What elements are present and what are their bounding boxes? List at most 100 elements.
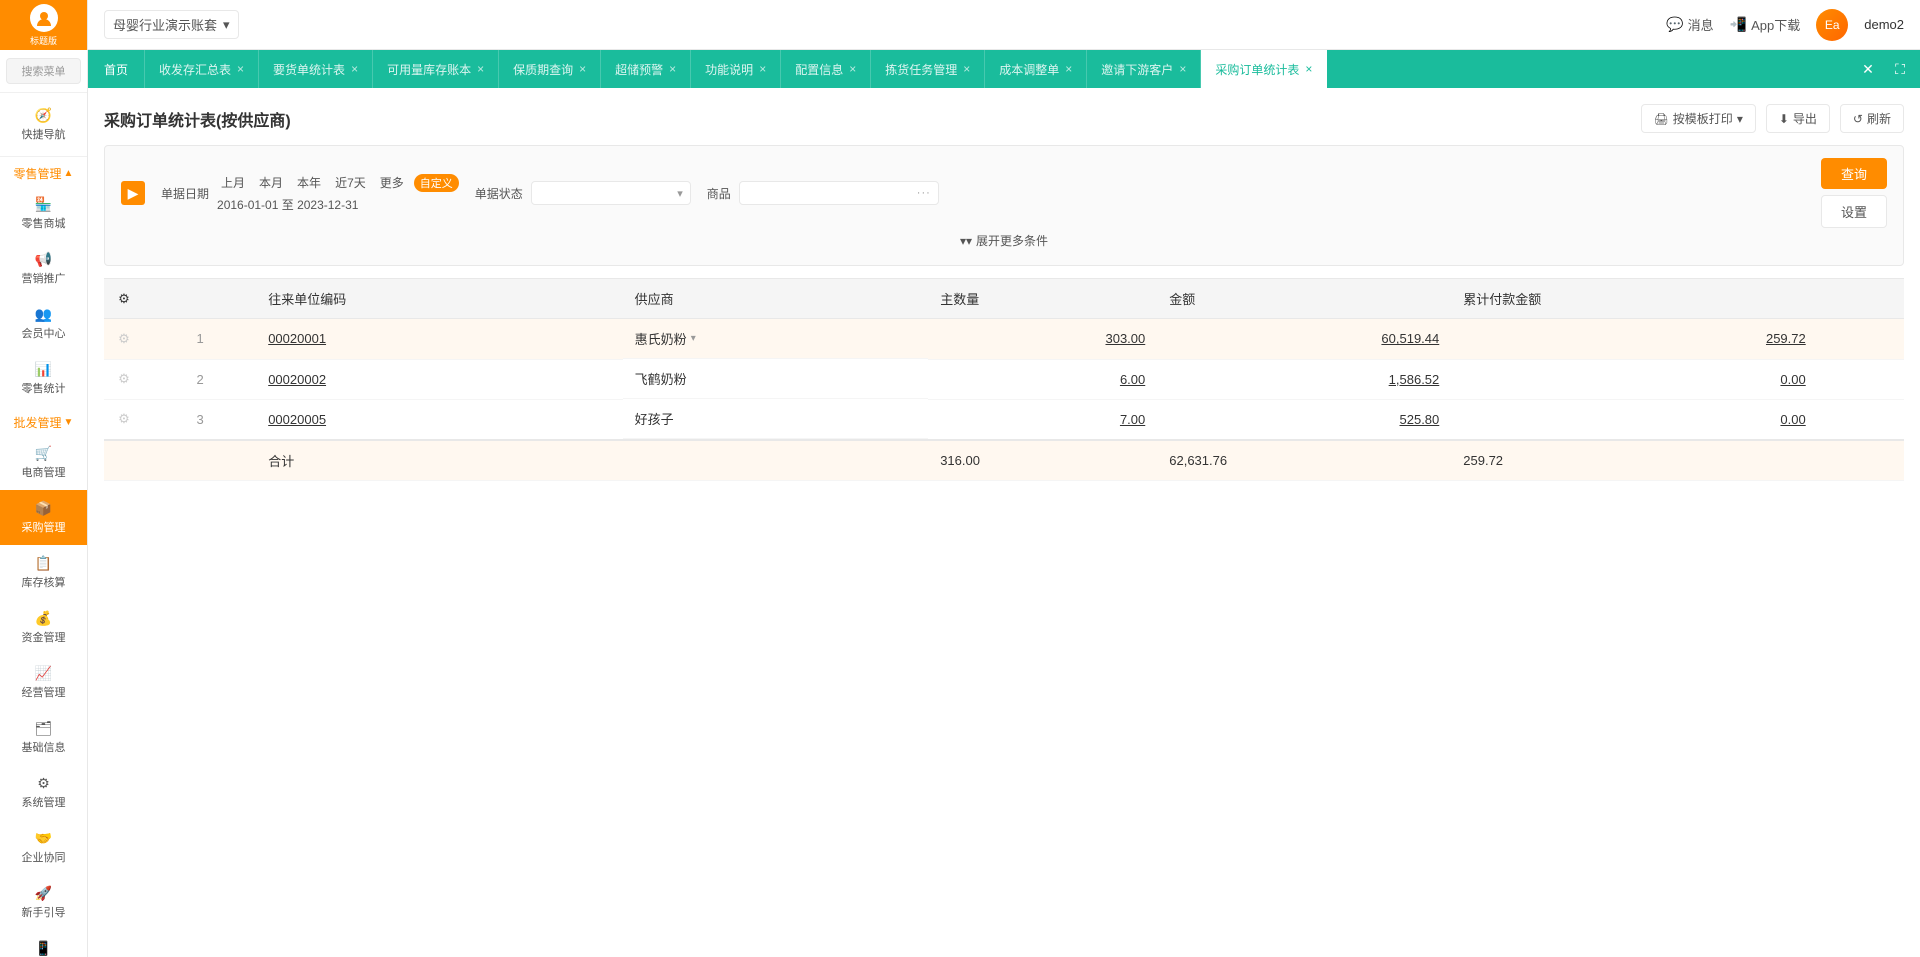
date-shortcut-bennian[interactable]: 本年 bbox=[293, 173, 325, 192]
tab-phuorenwu[interactable]: 拣货任务管理 × bbox=[871, 50, 985, 88]
tab-home[interactable]: 首页 bbox=[88, 50, 145, 88]
sidebar-item-lingshao-stat[interactable]: 📊 零售统计 bbox=[0, 351, 87, 406]
row-seq: 2 bbox=[144, 359, 256, 399]
col-supplier: 供应商 bbox=[623, 279, 929, 319]
tab-close-btn[interactable]: ✕ bbox=[1856, 57, 1880, 81]
sidebar-item-yingyong[interactable]: 📱 应用中心 bbox=[0, 930, 87, 957]
row-gear[interactable]: ⚙ bbox=[104, 359, 144, 399]
tab-close-icon[interactable]: × bbox=[1179, 63, 1186, 75]
apps-icon: 📱 bbox=[35, 940, 52, 957]
inventory-icon: 📋 bbox=[35, 555, 52, 572]
sidebar-item-xietong[interactable]: 🤝 企业协同 bbox=[0, 820, 87, 875]
app-download-action[interactable]: 📲 App下载 bbox=[1730, 15, 1801, 34]
sidebar-item-yingxiao[interactable]: 📢 营销推广 bbox=[0, 241, 87, 296]
expand-more-button[interactable]: ▾▾ 展开更多条件 bbox=[121, 228, 1887, 253]
row-amount[interactable]: 525.80 bbox=[1157, 399, 1451, 440]
topbar-actions: 💬 消息 📲 App下载 Ea demo2 bbox=[1666, 9, 1904, 41]
row-code[interactable]: 00020005 bbox=[256, 399, 622, 440]
export-button[interactable]: ⬇ 导出 bbox=[1766, 104, 1830, 133]
goods-input[interactable] bbox=[739, 181, 939, 205]
tab-close-icon[interactable]: × bbox=[669, 63, 676, 75]
row-quantity[interactable]: 303.00 bbox=[928, 319, 1157, 360]
footer-amount: 62,631.76 bbox=[1157, 440, 1451, 481]
row-code[interactable]: 00020002 bbox=[256, 359, 622, 399]
caigou-label: 采购管理 bbox=[22, 519, 66, 535]
tab-fullscreen-btn[interactable]: ⛶ bbox=[1888, 57, 1912, 81]
tab-label: 保质期查询 bbox=[513, 61, 573, 78]
date-custom-badge[interactable]: 自定义 bbox=[414, 174, 459, 192]
tab-close-icon[interactable]: × bbox=[849, 63, 856, 75]
table-settings-col[interactable]: ⚙ bbox=[104, 279, 144, 319]
row-amount[interactable]: 60,519.44 bbox=[1157, 319, 1451, 360]
row-gear[interactable]: ⚙ bbox=[104, 319, 144, 360]
date-shortcut-jin7[interactable]: 近7天 bbox=[331, 173, 370, 192]
row-code[interactable]: 00020001 bbox=[256, 319, 622, 360]
tab-close-icon[interactable]: × bbox=[579, 63, 586, 75]
tab-peizhixinxi[interactable]: 配置信息 × bbox=[781, 50, 871, 88]
tab-close-icon[interactable]: × bbox=[1065, 63, 1072, 75]
tab-close-icon[interactable]: × bbox=[963, 63, 970, 75]
search-menu-box[interactable]: 搜索菜单 bbox=[6, 58, 81, 84]
tab-close-icon[interactable]: × bbox=[237, 63, 244, 75]
row-quantity[interactable]: 6.00 bbox=[928, 359, 1157, 399]
sidebar-item-jichu[interactable]: 🗂 基础信息 bbox=[0, 710, 87, 765]
stat-icon: 📊 bbox=[35, 361, 52, 378]
sidebar-item-quick-nav[interactable]: 🧭 快捷导航 bbox=[0, 97, 87, 152]
user-avatar[interactable]: Ea bbox=[1816, 9, 1848, 41]
tab-gongnengshuo[interactable]: 功能说明 × bbox=[691, 50, 781, 88]
date-shortcut-more[interactable]: 更多 bbox=[376, 173, 408, 192]
logo-icon bbox=[30, 4, 58, 32]
sidebar-section-pifa[interactable]: 批发管理 ▼ bbox=[0, 406, 87, 435]
tab-chengbentiaojun[interactable]: 成本调整单 × bbox=[985, 50, 1087, 88]
sidebar-section-lingshao[interactable]: 零售管理 ▲ bbox=[0, 157, 87, 186]
tab-label: 配置信息 bbox=[795, 61, 843, 78]
industry-dropdown[interactable]: 母婴行业演示账套 ▾ bbox=[104, 10, 239, 39]
shop-icon: 🏪 bbox=[35, 196, 52, 213]
tab-close-icon[interactable]: × bbox=[477, 63, 484, 75]
date-shortcut-shang[interactable]: 上月 bbox=[217, 173, 249, 192]
sidebar-item-caigou[interactable]: 📦 采购管理 bbox=[0, 490, 87, 545]
sidebar-item-lingshao-shop[interactable]: 🏪 零售商城 bbox=[0, 186, 87, 241]
tab-caigou-active[interactable]: 采购订单统计表 × bbox=[1201, 50, 1327, 88]
row-paid[interactable]: 259.72 bbox=[1451, 319, 1817, 360]
compass-icon: 🧭 bbox=[35, 107, 52, 124]
sidebar-item-zijin[interactable]: 💰 资金管理 bbox=[0, 600, 87, 655]
tab-close-icon[interactable]: × bbox=[1305, 63, 1312, 75]
row-gear[interactable]: ⚙ bbox=[104, 399, 144, 440]
logo-label: 标题版 bbox=[30, 34, 57, 47]
sidebar-item-dianshang[interactable]: 🛒 电商管理 bbox=[0, 435, 87, 490]
tab-close-icon[interactable]: × bbox=[351, 63, 358, 75]
lingshao-shop-label: 零售商城 bbox=[22, 215, 66, 231]
sidebar-item-xitong[interactable]: ⚙ 系统管理 bbox=[0, 765, 87, 820]
row-paid[interactable]: 0.00 bbox=[1451, 399, 1817, 440]
status-select[interactable] bbox=[531, 181, 691, 205]
member-icon: 👥 bbox=[35, 306, 52, 323]
row-quantity[interactable]: 7.00 bbox=[928, 399, 1157, 440]
row-amount[interactable]: 1,586.52 bbox=[1157, 359, 1451, 399]
tab-chaochuyujing[interactable]: 超储预警 × bbox=[601, 50, 691, 88]
sidebar-item-jingying[interactable]: 📈 经营管理 bbox=[0, 655, 87, 710]
date-shortcut-ben[interactable]: 本月 bbox=[255, 173, 287, 192]
sidebar-item-kucun[interactable]: 📋 库存核算 bbox=[0, 545, 87, 600]
pifa-label: 批发管理 bbox=[14, 414, 62, 431]
tab-yaohuodanjizong[interactable]: 要货单统计表 × bbox=[259, 50, 373, 88]
export-icon: ⬇ bbox=[1779, 112, 1789, 126]
row-paid[interactable]: 0.00 bbox=[1451, 359, 1817, 399]
filter-toggle-button[interactable]: ▶ bbox=[121, 181, 145, 205]
topbar: 母婴行业演示账套 ▾ 💬 消息 📲 App下载 Ea demo2 bbox=[88, 0, 1920, 50]
message-action[interactable]: 💬 消息 bbox=[1666, 15, 1713, 34]
tab-bar: 首页 收发存汇总表 × 要货单统计表 × 可用量库存账本 × 保质期查询 × 超… bbox=[88, 50, 1920, 88]
tab-baozhouqi[interactable]: 保质期查询 × bbox=[499, 50, 601, 88]
refresh-icon: ↺ bbox=[1853, 112, 1863, 126]
tab-yaoqing[interactable]: 邀请下游客户 × bbox=[1087, 50, 1201, 88]
sidebar-item-xinshou[interactable]: 🚀 新手引导 bbox=[0, 875, 87, 930]
sidebar-item-huiyuan[interactable]: 👥 会员中心 bbox=[0, 296, 87, 351]
filter-date-range: 2016-01-01 至 2023-12-31 bbox=[217, 196, 459, 213]
tab-close-icon[interactable]: × bbox=[759, 63, 766, 75]
settings-button[interactable]: 设置 bbox=[1821, 195, 1887, 228]
print-button[interactable]: 🖨 按模板打印 ▾ bbox=[1641, 104, 1756, 133]
refresh-button[interactable]: ↺ 刷新 bbox=[1840, 104, 1904, 133]
tab-keyongliangkucun[interactable]: 可用量库存账本 × bbox=[373, 50, 499, 88]
tab-shoufahuizong[interactable]: 收发存汇总表 × bbox=[145, 50, 259, 88]
query-button[interactable]: 查询 bbox=[1821, 158, 1887, 189]
